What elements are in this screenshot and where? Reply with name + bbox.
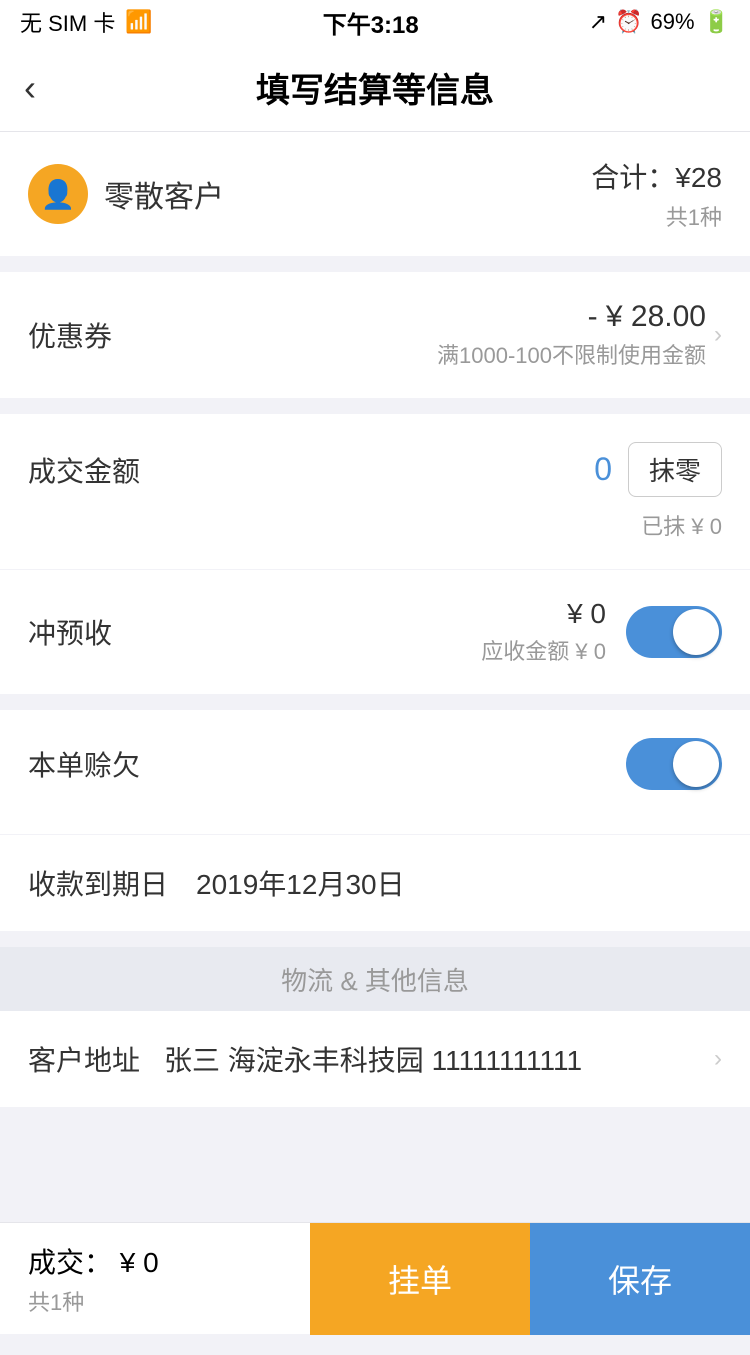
transaction-label: 成交金额 <box>28 450 140 490</box>
transaction-card: 成交金额 0 抹零 已抹 ¥ 0 冲预收 ¥ 0 应收金额 ¥ 0 <box>0 414 750 694</box>
prereceive-sub: 应收金额 ¥ 0 <box>481 634 606 666</box>
prereceive-label: 冲预收 <box>28 612 112 652</box>
customer-avatar: 👤 <box>28 164 88 224</box>
save-label: 保存 <box>608 1256 672 1302</box>
prereceive-toggle[interactable] <box>626 606 722 658</box>
hang-label: 挂单 <box>388 1256 452 1302</box>
debt-row: 本单赊欠 <box>0 710 750 818</box>
coupon-right: - ¥ 28.00 满1000-100不限制使用金额 › <box>437 300 722 370</box>
transaction-sub-wrapper: 已抹 ¥ 0 <box>28 509 722 541</box>
customer-right: 合计：¥28 共1种 <box>591 156 722 232</box>
coupon-label: 优惠券 <box>28 315 112 355</box>
coupon-arrow-icon: › <box>714 321 722 349</box>
hang-button[interactable]: 挂单 <box>310 1223 530 1335</box>
nav-bar: ‹ 填写结算等信息 <box>0 44 750 132</box>
customer-count: 共1种 <box>591 200 722 232</box>
coupon-amount: - ¥ 28.00 <box>437 300 706 334</box>
location-icon: ↗ <box>589 9 607 35</box>
wifi-icon: 📶 <box>125 9 152 35</box>
bottom-count: 共1种 <box>28 1285 282 1317</box>
debt-label: 本单赊欠 <box>28 744 140 784</box>
duedate-value: 2019年12月30日 <box>196 863 405 903</box>
address-row[interactable]: 客户地址 张三 海淀永丰科技园 11111111111 › <box>0 1011 750 1107</box>
battery-text: 69% <box>651 9 695 35</box>
duedate-label: 收款到期日 <box>28 863 168 903</box>
transaction-right: 0 抹零 <box>594 442 722 497</box>
prereceive-values: ¥ 0 应收金额 ¥ 0 <box>481 598 606 666</box>
alarm-icon: ⏰ <box>615 9 642 35</box>
logistics-divider: 物流 & 其他信息 <box>0 947 750 1011</box>
customer-row: 👤 零散客户 合计：¥28 共1种 <box>0 132 750 256</box>
page-title: 填写结算等信息 <box>256 63 494 112</box>
main-content: 👤 零散客户 合计：¥28 共1种 优惠券 - ¥ 28.00 满1000-10… <box>0 132 750 1355</box>
prereceive-row: 冲预收 ¥ 0 应收金额 ¥ 0 <box>0 569 750 694</box>
address-arrow-icon: › <box>714 1045 722 1073</box>
round-button[interactable]: 抹零 <box>628 442 722 497</box>
bottom-trans: 成交： ¥ 0 <box>28 1241 282 1281</box>
coupon-card: 优惠券 - ¥ 28.00 满1000-100不限制使用金额 › <box>0 272 750 398</box>
transaction-sub: 已抹 ¥ 0 <box>641 514 722 539</box>
customer-card: 👤 零散客户 合计：¥28 共1种 <box>0 132 750 256</box>
status-left: 无 SIM 卡 📶 <box>20 6 153 38</box>
prereceive-right: ¥ 0 应收金额 ¥ 0 <box>481 598 722 666</box>
coupon-desc: 满1000-100不限制使用金额 <box>437 338 706 370</box>
prereceive-amount: ¥ 0 <box>481 598 606 630</box>
customer-left: 👤 零散客户 <box>28 164 224 224</box>
transaction-row: 成交金额 0 抹零 已抹 ¥ 0 <box>0 414 750 569</box>
logistics-label: 物流 & 其他信息 <box>281 961 469 998</box>
amount-row: 成交金额 0 抹零 <box>28 442 722 497</box>
back-button[interactable]: ‹ <box>24 67 36 109</box>
avatar-icon: 👤 <box>41 178 76 211</box>
status-right: ↗ ⏰ 69% 🔋 <box>589 9 730 35</box>
debt-card: 本单赊欠 收款到期日 2019年12月30日 <box>0 710 750 931</box>
status-time: 下午3:18 <box>323 5 419 40</box>
coupon-values: - ¥ 28.00 满1000-100不限制使用金额 <box>437 300 706 370</box>
status-bar: 无 SIM 卡 📶 下午3:18 ↗ ⏰ 69% 🔋 <box>0 0 750 44</box>
bottom-bar: 成交： ¥ 0 共1种 挂单 保存 <box>0 1222 750 1334</box>
bottom-trans-label: 成交： <box>28 1247 112 1278</box>
bottom-info: 成交： ¥ 0 共1种 <box>0 1241 310 1317</box>
address-value: 张三 海淀永丰科技园 11111111111 <box>164 1039 714 1079</box>
battery-icon: 🔋 <box>703 9 730 35</box>
transaction-value: 0 <box>594 451 612 488</box>
address-label: 客户地址 <box>28 1039 140 1079</box>
bottom-trans-value: ¥ 0 <box>120 1247 159 1278</box>
customer-total: 合计：¥28 <box>591 156 722 196</box>
debt-toggle-knob <box>673 741 719 787</box>
address-card: 客户地址 张三 海淀永丰科技园 11111111111 › <box>0 1011 750 1107</box>
toggle-knob <box>673 609 719 655</box>
save-button[interactable]: 保存 <box>530 1223 750 1335</box>
duedate-row: 收款到期日 2019年12月30日 <box>0 834 750 931</box>
customer-name: 零散客户 <box>104 172 224 216</box>
carrier-text: 无 SIM 卡 <box>20 6 115 38</box>
coupon-row[interactable]: 优惠券 - ¥ 28.00 满1000-100不限制使用金额 › <box>0 272 750 398</box>
debt-toggle[interactable] <box>626 738 722 790</box>
